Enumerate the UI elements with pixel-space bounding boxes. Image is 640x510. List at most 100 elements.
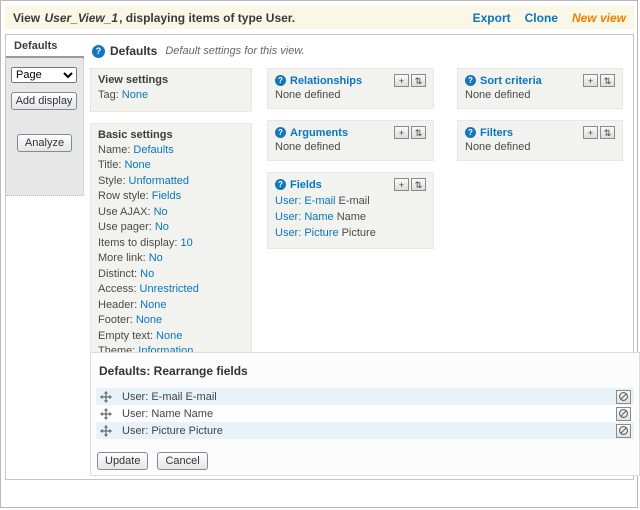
setting-value-link[interactable]: None [122,89,148,101]
field-link[interactable]: User: Picture [275,227,339,239]
rearrange-row: User: E-mail E-mail [96,388,634,405]
view-name: User_View_1 [44,10,119,25]
rearrange-row-label: User: E-mail E-mail [122,390,217,403]
field-link[interactable]: User: Name [275,211,334,223]
rearrange-icon[interactable]: ⇅ [600,126,615,139]
page-title: View User_View_1, displaying items of ty… [13,11,295,25]
settings-columns: View settings Tag: None Basic settings N… [90,68,630,379]
add-icon[interactable]: + [394,126,409,139]
rearrange-icon[interactable]: ⇅ [411,178,426,191]
relationships-empty: None defined [275,89,341,101]
title-bar: View User_View_1, displaying items of ty… [5,6,634,29]
setting-value-link[interactable]: No [154,206,168,218]
setting-label: Header: [98,298,138,311]
arguments-box: ? Arguments + ⇅ None defined [267,120,434,161]
setting-value-link[interactable]: None [124,159,150,171]
setting-value-link[interactable]: Fields [152,190,181,202]
help-icon[interactable]: ? [275,75,286,86]
setting-value-link[interactable]: Unrestricted [140,283,199,295]
relationships-title-link[interactable]: Relationships [290,75,362,87]
filters-head: ? Filters + ⇅ [465,126,615,139]
help-icon[interactable]: ? [92,44,105,58]
setting-value-link[interactable]: 10 [180,237,192,249]
arguments-title-link[interactable]: Arguments [290,127,348,139]
sort-criteria-empty: None defined [465,89,531,101]
basic-settings-head: Basic settings [98,129,244,141]
field-row: User: E-mail E-mail [275,193,426,209]
main-content: ? Defaults Default settings for this vie… [85,35,640,479]
drag-handle-icon[interactable] [100,407,122,420]
new-view-link[interactable]: New view [572,11,626,25]
field-label: Name [336,211,367,223]
setting-row: Title: None [98,158,244,174]
setting-label: Name: [98,143,131,156]
analyze-button[interactable]: Analyze [16,134,73,152]
arguments-empty: None defined [275,141,341,153]
title-prefix: View [13,10,41,25]
field-link[interactable]: User: E-mail [275,195,336,207]
field-label: Picture [341,227,376,239]
tab-defaults[interactable]: Defaults [6,35,84,58]
filters-empty: None defined [465,141,531,153]
sort-criteria-ops: + ⇅ [583,74,615,87]
field-row: User: Picture Picture [275,225,426,241]
setting-label: Use pager: [98,221,152,233]
remove-icon[interactable] [616,406,631,421]
add-icon[interactable]: + [394,178,409,191]
section-header: ? Defaults Default settings for this vie… [92,44,630,58]
fields-title-link[interactable]: Fields [290,179,322,191]
column-middle: ? Relationships + ⇅ None defined ? Argum… [267,68,434,260]
export-link[interactable]: Export [473,11,511,25]
clone-link[interactable]: Clone [525,11,558,25]
add-display-button[interactable]: Add display [11,92,77,110]
relationships-ops: + ⇅ [394,74,426,87]
fields-box: ? Fields + ⇅ User: E-mail E-mail User: N… [267,172,434,249]
rearrange-rows: User: E-mail E-mail User: Name Name User… [96,388,634,439]
setting-label: More link: [98,252,146,264]
setting-value-link[interactable]: No [149,252,163,264]
column-basic: View settings Tag: None Basic settings N… [90,68,252,379]
rearrange-icon[interactable]: ⇅ [411,126,426,139]
setting-row: Empty text: None [98,329,244,345]
add-icon[interactable]: + [394,74,409,87]
setting-row: Header: None [98,298,244,314]
setting-value-link[interactable]: None [156,330,182,342]
help-icon[interactable]: ? [465,127,476,138]
setting-value-link[interactable]: None [140,299,166,311]
remove-icon[interactable] [616,423,631,438]
drag-handle-icon[interactable] [100,390,122,403]
analyze-wrap: Analyze [11,134,78,152]
remove-icon[interactable] [616,389,631,404]
fields-list: User: E-mail E-mail User: Name Name User: … [275,193,426,241]
display-type-select[interactable]: Page [11,67,77,83]
setting-value-link[interactable]: Defaults [133,144,173,156]
setting-row: Items to display: 10 [98,236,244,252]
setting-value-link[interactable]: Unformatted [129,175,190,187]
fields-head: ? Fields + ⇅ [275,178,426,191]
update-button[interactable]: Update [97,452,149,470]
add-icon[interactable]: + [583,126,598,139]
rearrange-title: Defaults: Rearrange fields [99,364,248,378]
drag-handle-icon[interactable] [100,424,122,437]
arguments-ops: + ⇅ [394,126,426,139]
field-row: User: Name Name [275,209,426,225]
setting-row: Use AJAX: No [98,205,244,221]
basic-settings-list: Name: Defaults Title: None Style: Unformatt… [98,143,244,360]
setting-label: Distinct: [98,267,138,280]
help-icon[interactable]: ? [275,179,286,190]
cancel-button[interactable]: Cancel [157,452,208,470]
rearrange-icon[interactable]: ⇅ [411,74,426,87]
filters-title-link[interactable]: Filters [480,127,513,139]
setting-value-link[interactable]: None [136,314,162,326]
setting-value-link[interactable]: No [155,221,169,233]
rearrange-row: User: Picture Picture [96,422,634,439]
rearrange-icon[interactable]: ⇅ [600,74,615,87]
help-icon[interactable]: ? [465,75,476,86]
help-icon[interactable]: ? [275,127,286,138]
sort-criteria-title-link[interactable]: Sort criteria [480,75,542,87]
setting-row: More link: No [98,251,244,267]
field-label: E-mail [338,195,370,207]
setting-value-link[interactable]: No [140,268,154,280]
add-icon[interactable]: + [583,74,598,87]
basic-settings-title: Basic settings [98,128,173,141]
